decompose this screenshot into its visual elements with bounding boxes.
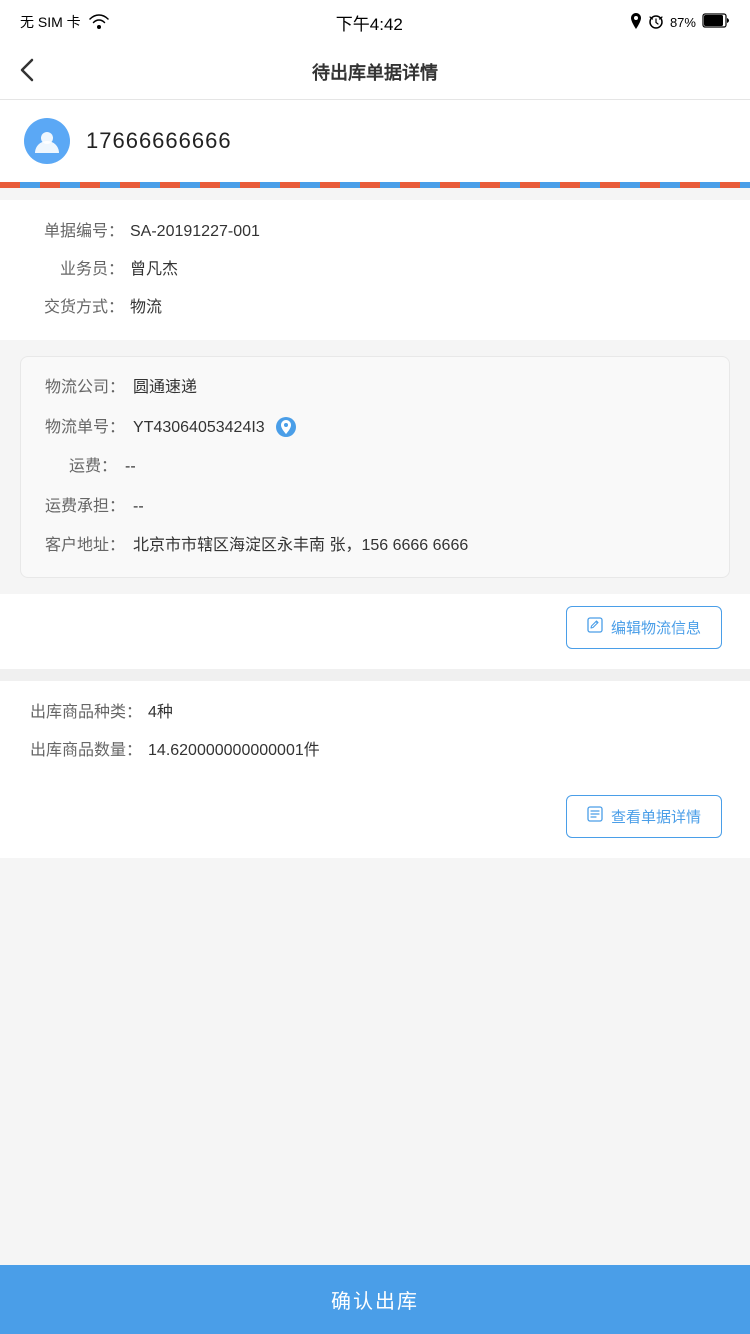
delivery-method-label: 交货方式： bbox=[30, 296, 130, 320]
logistics-company-label: 物流公司： bbox=[45, 375, 133, 401]
basic-info-section: 单据编号： SA-20191227-001 业务员： 曾凡杰 交货方式： 物流 bbox=[0, 200, 750, 340]
customer-header: 17666666666 bbox=[0, 100, 750, 182]
view-detail-label: 查看单据详情 bbox=[611, 806, 701, 827]
logistics-company-value: 圆通速递 bbox=[133, 375, 705, 401]
confirm-button-wrapper: 确认出库 bbox=[0, 1265, 750, 1334]
product-type-label: 出库商品种类： bbox=[30, 701, 148, 725]
document-no-label: 单据编号： bbox=[30, 220, 130, 244]
freight-label: 运费： bbox=[45, 454, 125, 480]
tracking-no-label: 物流单号： bbox=[45, 415, 133, 441]
tracking-no-row: 物流单号： YT43064053424I3 bbox=[45, 415, 705, 441]
empty-space bbox=[0, 858, 750, 1018]
product-quantity-label: 出库商品数量： bbox=[30, 739, 148, 763]
freight-value: -- bbox=[125, 454, 705, 480]
address-row: 客户地址： 北京市市辖区海淀区永丰南 张，156 6666 6666 bbox=[45, 533, 705, 559]
edit-logistics-button[interactable]: 编辑物流信息 bbox=[566, 606, 722, 649]
document-no-row: 单据编号： SA-20191227-001 bbox=[30, 220, 720, 244]
view-detail-section: 查看单据详情 bbox=[0, 783, 750, 858]
salesperson-row: 业务员： 曾凡杰 bbox=[30, 258, 720, 282]
alarm-icon bbox=[648, 13, 664, 32]
status-time: 下午4:42 bbox=[336, 10, 403, 35]
tracking-no-value: YT43064053424I3 bbox=[133, 415, 705, 441]
document-icon bbox=[587, 806, 603, 826]
salesperson-value: 曾凡杰 bbox=[130, 258, 720, 282]
delivery-method-row: 交货方式： 物流 bbox=[30, 296, 720, 320]
main-content: 17666666666 单据编号： SA-20191227-001 业务员： 曾… bbox=[0, 100, 750, 1098]
battery-percentage: 87% bbox=[670, 15, 696, 30]
avatar bbox=[24, 118, 70, 164]
address-label: 客户地址： bbox=[45, 533, 133, 559]
edit-logistics-label: 编辑物流信息 bbox=[611, 617, 701, 638]
wifi-icon bbox=[89, 13, 109, 32]
section-divider bbox=[0, 669, 750, 681]
salesperson-label: 业务员： bbox=[30, 258, 130, 282]
freight-bearer-value: -- bbox=[133, 494, 705, 520]
tracking-number-text: YT43064053424I3 bbox=[133, 415, 265, 441]
page-title: 待出库单据详情 bbox=[312, 59, 438, 85]
product-info-section: 出库商品种类： 4种 出库商品数量： 14.620000000000001件 bbox=[0, 681, 750, 783]
nav-bar: 待出库单据详情 bbox=[0, 44, 750, 100]
freight-row: 运费： -- bbox=[45, 454, 705, 480]
product-type-value: 4种 bbox=[148, 701, 720, 725]
sim-status: 无 SIM 卡 bbox=[20, 12, 81, 32]
location-status-icon bbox=[630, 13, 642, 32]
logistics-card: 物流公司： 圆通速递 物流单号： YT43064053424I3 运费： -- bbox=[20, 356, 730, 578]
view-detail-button[interactable]: 查看单据详情 bbox=[566, 795, 722, 838]
back-button[interactable] bbox=[20, 50, 42, 94]
tracking-location-icon[interactable] bbox=[275, 416, 297, 438]
edit-icon bbox=[587, 617, 603, 637]
stripe-divider bbox=[0, 182, 750, 188]
document-no-value: SA-20191227-001 bbox=[130, 220, 720, 244]
product-quantity-row: 出库商品数量： 14.620000000000001件 bbox=[30, 739, 720, 763]
product-quantity-value: 14.620000000000001件 bbox=[148, 739, 720, 763]
battery-icon bbox=[702, 13, 730, 31]
status-bar: 无 SIM 卡 下午4:42 87% bbox=[0, 0, 750, 44]
delivery-method-value: 物流 bbox=[130, 296, 720, 320]
customer-phone: 17666666666 bbox=[86, 128, 232, 154]
freight-bearer-label: 运费承担： bbox=[45, 494, 133, 520]
status-right: 87% bbox=[630, 13, 730, 32]
edit-logistics-section: 编辑物流信息 bbox=[0, 594, 750, 669]
logistics-company-row: 物流公司： 圆通速递 bbox=[45, 375, 705, 401]
address-value: 北京市市辖区海淀区永丰南 张，156 6666 6666 bbox=[133, 533, 705, 559]
confirm-outbound-button[interactable]: 确认出库 bbox=[0, 1285, 750, 1314]
freight-bearer-row: 运费承担： -- bbox=[45, 494, 705, 520]
status-left: 无 SIM 卡 bbox=[20, 12, 109, 32]
product-type-row: 出库商品种类： 4种 bbox=[30, 701, 720, 725]
